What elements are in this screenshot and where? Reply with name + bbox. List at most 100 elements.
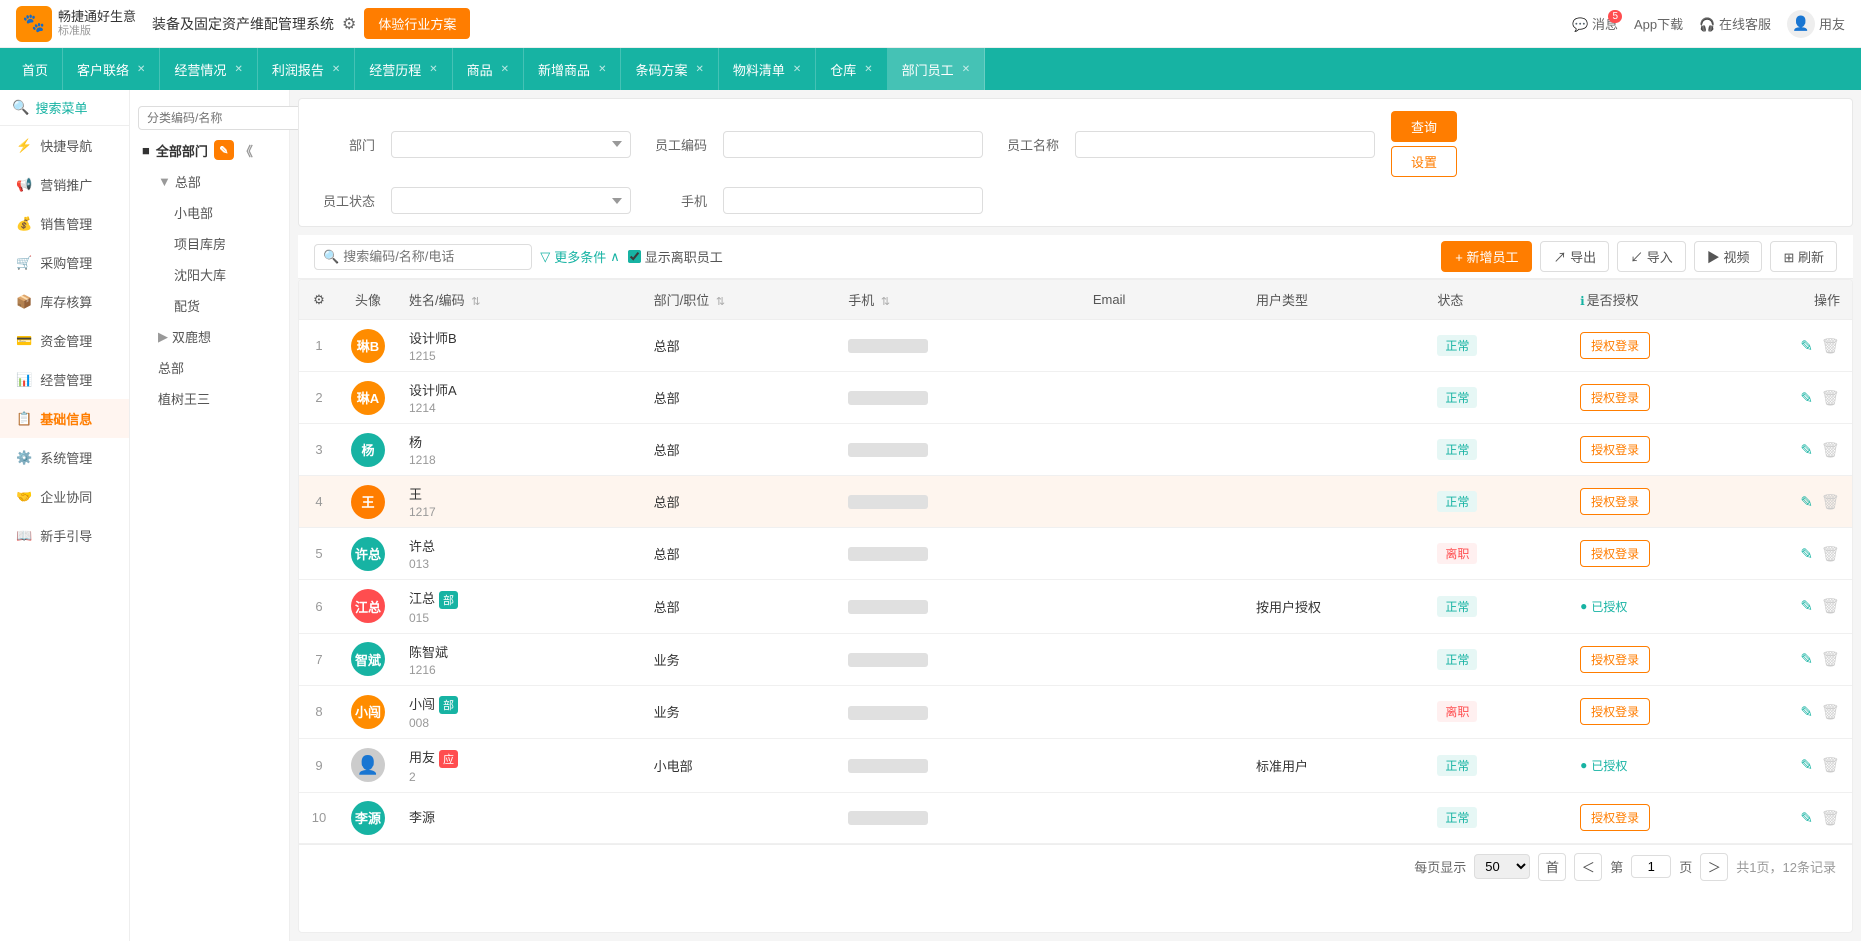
user-info[interactable]: 👤 用友 bbox=[1787, 10, 1845, 38]
edit-icon[interactable]: ✎ bbox=[1800, 441, 1813, 459]
page-prev-btn[interactable]: ＜ bbox=[1574, 853, 1602, 881]
main-layout: 🔍 搜索菜单 ⚡ 快捷导航 📢 营销推广 💰 销售管理 🛒 采购管理 📦 库存核… bbox=[0, 90, 1861, 941]
tab-warehouse[interactable]: 仓库 ✕ bbox=[816, 48, 887, 90]
tab-bom[interactable]: 物料清单 ✕ bbox=[719, 48, 816, 90]
delete-icon[interactable]: 🗑 bbox=[1821, 650, 1840, 668]
delete-icon[interactable]: 🗑 bbox=[1821, 756, 1840, 774]
tab-barcode[interactable]: 条码方案 ✕ bbox=[621, 48, 718, 90]
nav-item-marketing[interactable]: 📢 营销推广 bbox=[0, 165, 129, 204]
delete-icon[interactable]: 🗑 bbox=[1821, 337, 1840, 355]
tab-profit[interactable]: 利润报告 ✕ bbox=[258, 48, 355, 90]
auth-button[interactable]: 授权登录 bbox=[1580, 332, 1650, 359]
page-next-btn[interactable]: ＞ bbox=[1700, 853, 1728, 881]
delete-icon[interactable]: 🗑 bbox=[1821, 441, 1840, 459]
dept-item-zhishu[interactable]: 植树王三 bbox=[138, 383, 289, 414]
dept-item-zongbu2[interactable]: 总部 bbox=[138, 352, 289, 383]
tab-add-goods[interactable]: 新增商品 ✕ bbox=[524, 48, 621, 90]
tab-goods[interactable]: 商品 ✕ bbox=[453, 48, 524, 90]
nav-item-sales[interactable]: 💰 销售管理 bbox=[0, 204, 129, 243]
dept-item-shenyang[interactable]: 沈阳大库 bbox=[166, 259, 289, 290]
col-dept-header[interactable]: 部门/职位 ⇅ bbox=[642, 280, 837, 320]
show-inactive-checkbox[interactable] bbox=[628, 250, 641, 263]
page-size-select[interactable]: 50 100 200 bbox=[1474, 854, 1530, 879]
nav-item-shortcuts[interactable]: ⚡ 快捷导航 bbox=[0, 126, 129, 165]
emp-name-input[interactable] bbox=[1075, 131, 1375, 158]
nav-item-purchase[interactable]: 🛒 采购管理 bbox=[0, 243, 129, 282]
nav-item-system[interactable]: ⚙️ 系统管理 bbox=[0, 438, 129, 477]
delete-icon[interactable]: 🗑 bbox=[1821, 597, 1840, 615]
delete-icon[interactable]: 🗑 bbox=[1821, 703, 1840, 721]
delete-icon[interactable]: 🗑 bbox=[1821, 545, 1840, 563]
nav-item-guide[interactable]: 📖 新手引导 bbox=[0, 516, 129, 555]
add-employee-button[interactable]: + 新增员工 bbox=[1441, 241, 1532, 272]
dept-item-peihuo[interactable]: 配货 bbox=[166, 290, 289, 321]
auth-button[interactable]: 授权登录 bbox=[1580, 540, 1650, 567]
delete-icon[interactable]: 🗑 bbox=[1821, 809, 1840, 827]
tab-operations[interactable]: 经营情况 ✕ bbox=[160, 48, 257, 90]
tab-customer[interactable]: 客户联络 ✕ bbox=[63, 48, 160, 90]
edit-icon[interactable]: ✎ bbox=[1800, 389, 1813, 407]
dept-item-shuanglu[interactable]: ▶双鹿想 bbox=[138, 321, 289, 352]
dept-filter-select[interactable] bbox=[391, 131, 631, 158]
trial-button[interactable]: 体验行业方案 bbox=[364, 8, 470, 39]
dept-item-project[interactable]: 项目库房 bbox=[166, 228, 289, 259]
auth-button[interactable]: 授权登录 bbox=[1580, 436, 1650, 463]
tab-history[interactable]: 经营历程 ✕ bbox=[355, 48, 452, 90]
emp-code-input[interactable] bbox=[723, 131, 983, 158]
col-phone-header[interactable]: 手机 ⇅ bbox=[836, 280, 1081, 320]
edit-icon[interactable]: ✎ bbox=[1800, 650, 1813, 668]
page-first-btn[interactable]: 首 bbox=[1538, 853, 1566, 881]
dept-sort-icon[interactable]: ⇅ bbox=[716, 296, 725, 308]
edit-icon[interactable]: ✎ bbox=[1800, 703, 1813, 721]
edit-icon[interactable]: ✎ bbox=[1800, 545, 1813, 563]
gear-button[interactable]: ⚙ bbox=[342, 14, 356, 34]
show-inactive-toggle[interactable]: 显示离职员工 bbox=[628, 247, 723, 266]
page-num-input[interactable] bbox=[1631, 855, 1671, 878]
print-button[interactable]: ⊞ 刷新 bbox=[1770, 241, 1837, 272]
view-button[interactable]: ▶ 视频 bbox=[1694, 241, 1763, 272]
edit-icon[interactable]: ✎ bbox=[1800, 597, 1813, 615]
dept-item-xiaodian[interactable]: 小电部 bbox=[166, 197, 289, 228]
auth-button[interactable]: 授权登录 bbox=[1580, 804, 1650, 831]
nav-item-management[interactable]: 📊 经营管理 bbox=[0, 360, 129, 399]
edit-icon[interactable]: ✎ bbox=[1800, 809, 1813, 827]
dept-search-input[interactable] bbox=[138, 106, 311, 130]
message-badge[interactable]: 💬 消息 5 bbox=[1572, 14, 1618, 33]
nav-item-collab[interactable]: 🤝 企业协同 bbox=[0, 477, 129, 516]
purchase-label: 采购管理 bbox=[40, 253, 92, 272]
more-filter-button[interactable]: ▽ 更多条件 ∧ bbox=[540, 247, 620, 266]
tab-home[interactable]: 首页 bbox=[8, 48, 63, 90]
delete-icon[interactable]: 🗑 bbox=[1821, 389, 1840, 407]
brand-sub: 标准版 bbox=[58, 25, 136, 38]
toolbar-search-input[interactable] bbox=[343, 249, 523, 264]
dept-edit-button[interactable]: ✎ bbox=[214, 140, 234, 160]
auth-button[interactable]: 授权登录 bbox=[1580, 698, 1650, 725]
query-button[interactable]: 查询 bbox=[1391, 111, 1457, 142]
name-sort-icon[interactable]: ⇅ bbox=[471, 296, 480, 308]
export-button[interactable]: ↗ 导出 bbox=[1540, 241, 1609, 272]
phone-input[interactable] bbox=[723, 187, 983, 214]
edit-icon[interactable]: ✎ bbox=[1800, 756, 1813, 774]
toolbar-search-box[interactable]: 🔍 bbox=[314, 244, 532, 270]
col-settings[interactable]: ⚙ bbox=[299, 280, 339, 320]
auth-button[interactable]: 授权登录 bbox=[1580, 384, 1650, 411]
delete-icon[interactable]: 🗑 bbox=[1821, 493, 1840, 511]
row-usertype bbox=[1244, 528, 1425, 580]
phone-sort-icon[interactable]: ⇅ bbox=[881, 296, 890, 308]
set-button[interactable]: 设置 bbox=[1391, 146, 1457, 177]
edit-icon[interactable]: ✎ bbox=[1800, 337, 1813, 355]
auth-button[interactable]: 授权登录 bbox=[1580, 646, 1650, 673]
nav-item-finance[interactable]: 💳 资金管理 bbox=[0, 321, 129, 360]
edit-icon[interactable]: ✎ bbox=[1800, 493, 1813, 511]
emp-status-select[interactable] bbox=[391, 187, 631, 214]
dept-item-zongbu-parent[interactable]: ▼总部 bbox=[138, 166, 289, 197]
app-download[interactable]: App下载 bbox=[1634, 14, 1683, 33]
import-button[interactable]: ↙ 导入 bbox=[1617, 241, 1686, 272]
nav-item-inventory[interactable]: 📦 库存核算 bbox=[0, 282, 129, 321]
nav-item-basic-info[interactable]: 📋 基础信息 bbox=[0, 399, 129, 438]
tab-employees[interactable]: 部门员工 ✕ bbox=[888, 48, 985, 90]
online-service[interactable]: 🎧 在线客服 bbox=[1699, 14, 1771, 33]
dept-collapse-button[interactable]: 《 bbox=[240, 141, 253, 160]
auth-button[interactable]: 授权登录 bbox=[1580, 488, 1650, 515]
col-name-header[interactable]: 姓名/编码 ⇅ bbox=[397, 280, 642, 320]
